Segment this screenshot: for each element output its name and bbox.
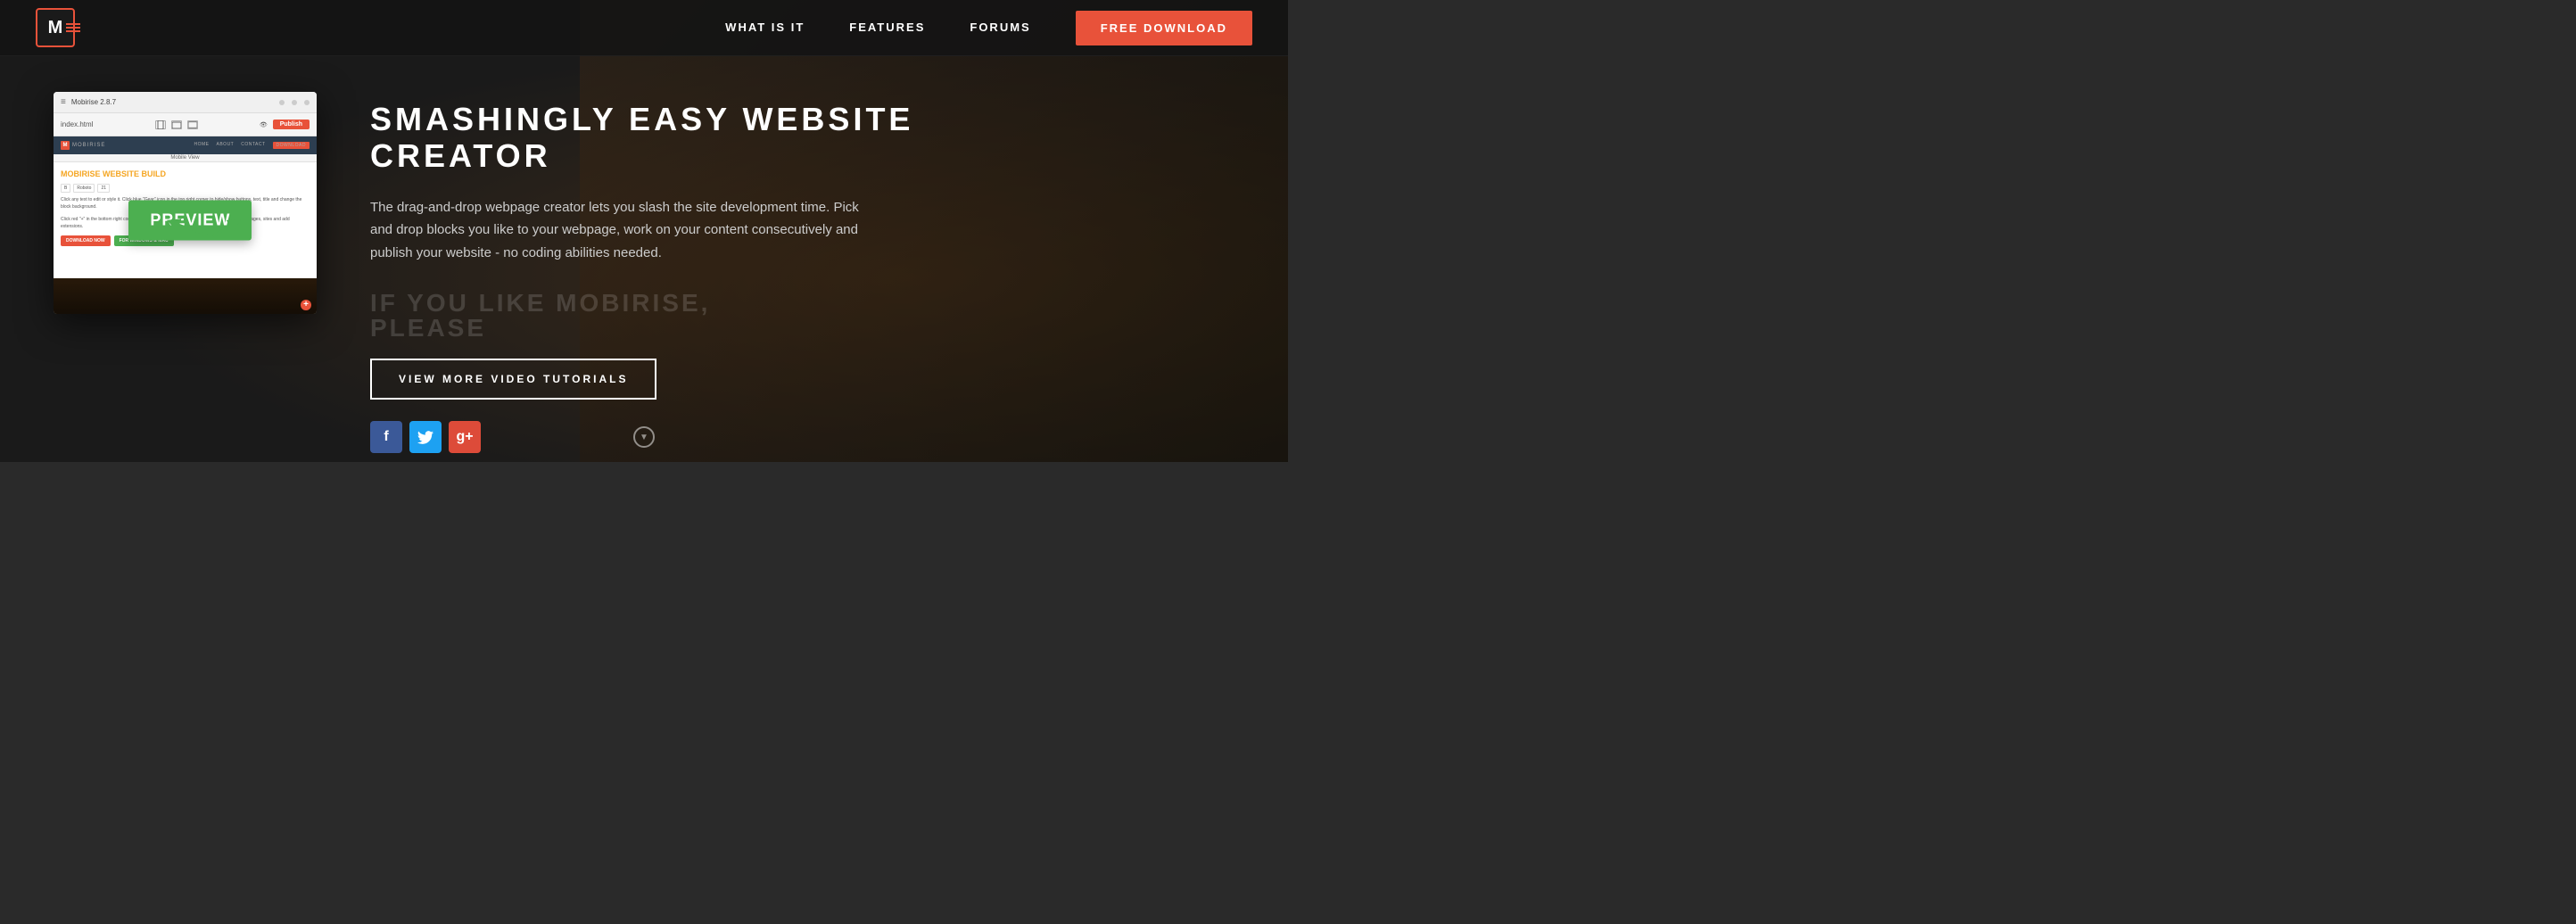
facebook-button[interactable]: f	[370, 421, 402, 453]
faded-text: IF YOU LIKE MOBIRISE, PLEASE	[370, 291, 923, 341]
inner-nav-about: ABOUT	[217, 142, 235, 149]
twitter-icon	[417, 431, 433, 444]
titlebar-dot-1	[279, 100, 285, 105]
scroll-down-icon: ▼	[633, 426, 655, 448]
main-content: ≡ Mobirise 2.8.7 index.html	[0, 56, 1288, 462]
inner-cta-btn: DOWNLOAD	[273, 142, 310, 149]
app-screenshot-container: ≡ Mobirise 2.8.7 index.html	[54, 92, 317, 314]
googleplus-button[interactable]: g+	[449, 421, 481, 453]
inner-nav-links: HOME ABOUT CONTACT DOWNLOAD	[194, 142, 310, 149]
app-body-text-2: Click red "+" in the bottom right corner…	[61, 216, 310, 230]
faded-text-line1: IF YOU LIKE MOBIRISE,	[370, 291, 923, 316]
titlebar-dot-3	[304, 100, 310, 105]
app-windows-btn: FOR WINDOWS & MAC	[114, 235, 174, 246]
brand-letter: M	[48, 18, 63, 38]
eye-icon: 👁	[260, 121, 268, 128]
tablet-view-icon[interactable]	[171, 120, 182, 129]
app-title: Mobirise 2.8.7	[71, 98, 116, 106]
titlebar-dot-2	[292, 100, 297, 105]
app-titlebar: ≡ Mobirise 2.8.7	[54, 92, 317, 113]
app-cta-buttons: DOWNLOAD NOW FOR WINDOWS & MAC	[61, 235, 310, 246]
nav-item-what-is-it[interactable]: WHAT IS IT	[725, 20, 805, 36]
inner-nav-contact: CONTACT	[241, 142, 265, 149]
menu-icon: ≡	[61, 97, 66, 107]
desktop-view-icon[interactable]	[187, 120, 198, 129]
twitter-button[interactable]	[409, 421, 442, 453]
file-name: index.html	[61, 120, 93, 128]
app-body-text-1: Click any text to edit or style it. Clic…	[61, 196, 310, 210]
titlebar-controls	[279, 100, 310, 105]
text-tools: B Roboto 21	[61, 184, 310, 193]
app-toolbar: index.html 👁 Publish	[54, 113, 317, 136]
faded-text-line2: PLEASE	[370, 316, 923, 341]
toolbar-right: 👁 Publish	[260, 120, 310, 129]
navbar: M WHAT IS IT FEATURES FORUMS FREE DOWNLO…	[0, 0, 1288, 56]
hero-heading: SMASHINGLY EASY WEBSITE CREATOR	[370, 101, 923, 175]
free-download-button[interactable]: FREE DOWNLOAD	[1076, 11, 1252, 45]
app-download-btn: DOWNLOAD NOW	[61, 235, 111, 246]
scroll-down-arrow[interactable]: ▼	[633, 426, 655, 448]
nav-menu: WHAT IS IT FEATURES FORUMS FREE DOWNLOAD	[725, 11, 1252, 45]
mobile-view-badge: Mobile View	[54, 154, 317, 162]
hero-content: SMASHINGLY EASY WEBSITE CREATOR The drag…	[370, 83, 923, 453]
mobile-view-icon[interactable]	[155, 120, 166, 129]
text-tool-font[interactable]: Roboto	[73, 184, 95, 193]
app-window: ≡ Mobirise 2.8.7 index.html	[54, 92, 317, 314]
inner-logo-box: M	[61, 141, 70, 150]
text-tool-size[interactable]: 21	[97, 184, 110, 193]
text-tool-bold[interactable]: B	[61, 184, 70, 193]
inner-logo: M MOBIRISE	[61, 141, 105, 150]
brand-logo: M	[36, 8, 75, 47]
nav-link-features[interactable]: FEATURES	[849, 21, 925, 34]
hero-heading-line2: CREATOR	[370, 137, 551, 174]
inner-nav-home: HOME	[194, 142, 210, 149]
nav-item-features[interactable]: FEATURES	[849, 20, 925, 36]
inner-brand-name: MOBIRISE	[72, 143, 105, 148]
toolbar-device-icons	[155, 120, 198, 129]
add-block-btn[interactable]: +	[301, 300, 311, 310]
app-body: MOBIRISE WEBSITE BUILD B Roboto 21 Click…	[54, 162, 317, 278]
app-bottom-section: +	[54, 278, 317, 314]
app-inner-nav: M MOBIRISE HOME ABOUT CONTACT DOWNLOAD	[54, 136, 317, 154]
hero-description: The drag-and-drop webpage creator lets y…	[370, 196, 870, 265]
publish-button[interactable]: Publish	[273, 120, 310, 129]
nav-link-what-is-it[interactable]: WHAT IS IT	[725, 21, 805, 34]
hero-heading-line1: SMASHINGLY EASY WEBSITE	[370, 101, 913, 137]
brand: M	[36, 8, 75, 47]
video-tutorials-button[interactable]: VIEW MORE VIDEO TUTORIALS	[370, 359, 656, 400]
app-hero-title: MOBIRISE WEBSITE BUILD	[61, 169, 310, 180]
nav-item-forums[interactable]: FORUMS	[970, 20, 1030, 36]
nav-link-forums[interactable]: FORUMS	[970, 21, 1030, 34]
